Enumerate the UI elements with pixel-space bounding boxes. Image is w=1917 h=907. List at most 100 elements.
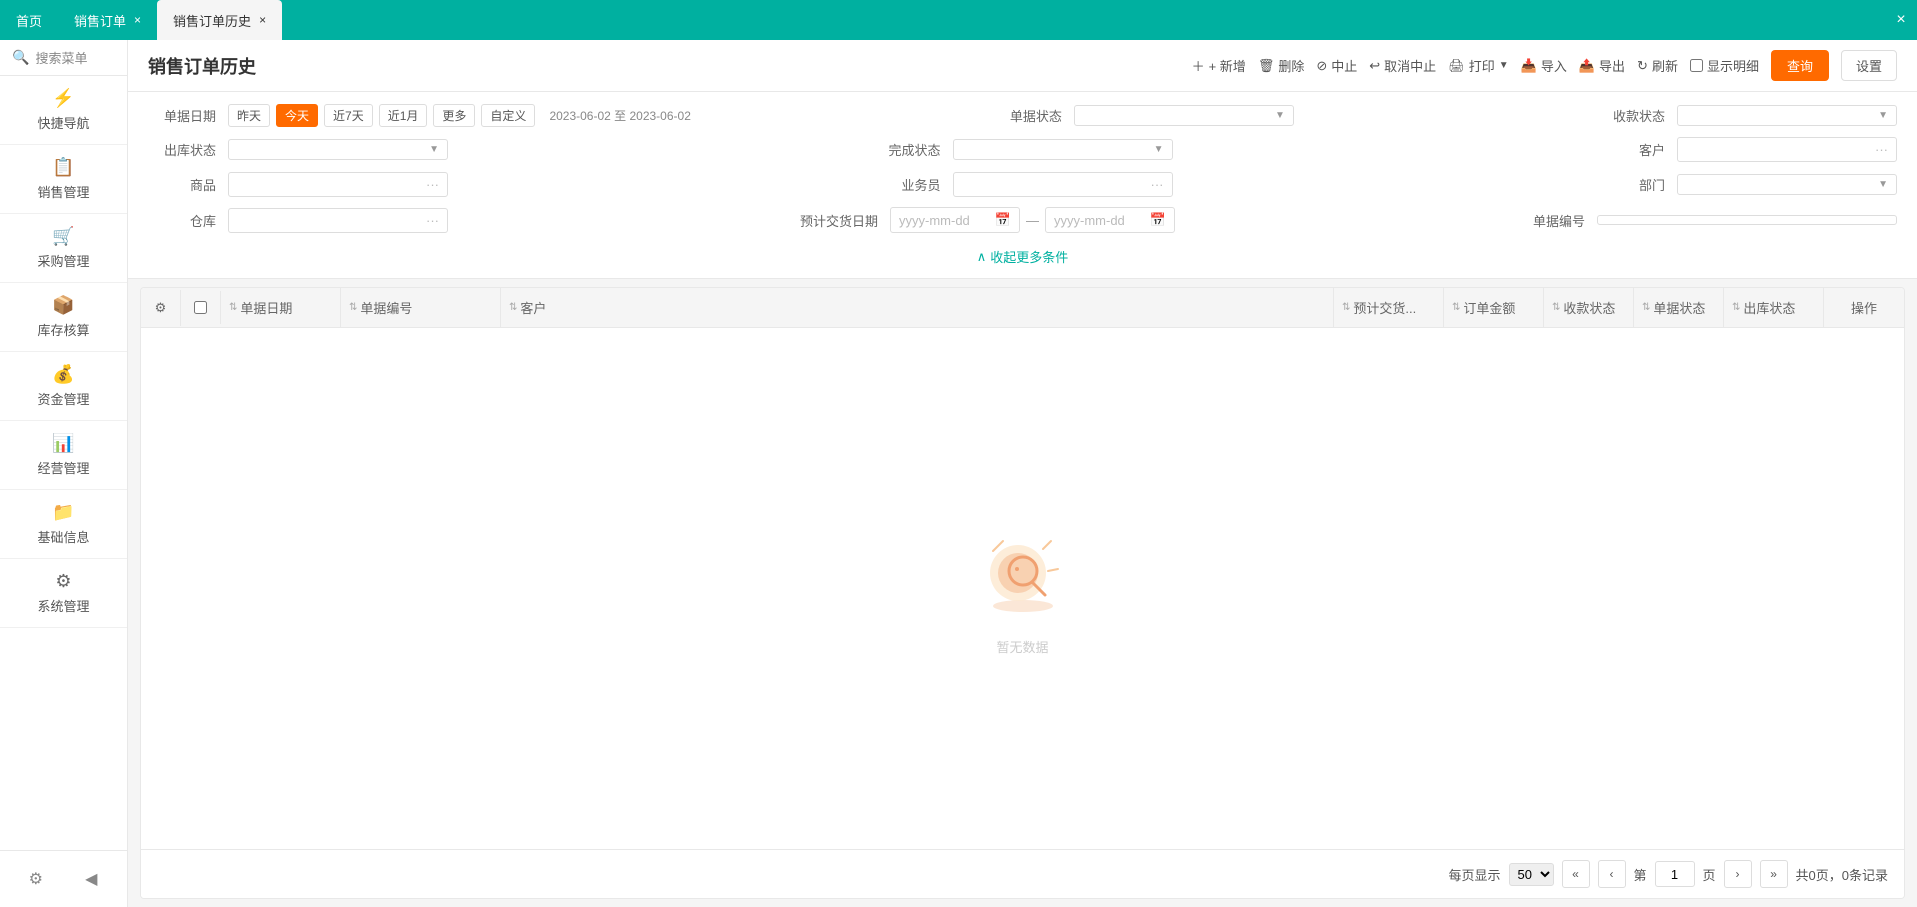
date-yesterday[interactable]: 昨天 <box>228 104 270 127</box>
payment-status-select[interactable]: ▼ <box>1677 105 1897 126</box>
sort-icon-num: ⇅ <box>349 302 357 313</box>
collapse-row[interactable]: ∧ 收起更多条件 <box>148 243 1897 266</box>
print-dropdown-icon: ▼ <box>1499 60 1509 71</box>
outbound-status-select[interactable]: ▼ <box>228 139 448 160</box>
date-separator: — <box>1026 213 1039 228</box>
th-settings[interactable]: ⚙ <box>141 290 181 326</box>
filter-row-1: 单据日期 昨天 今天 近7天 近1月 更多 自定义 2023-06-02 至 2… <box>148 104 1897 127</box>
calendar-start-icon: 📅 <box>995 212 1011 228</box>
sidebar-item-finance[interactable]: 💰 资金管理 <box>0 352 127 421</box>
sidebar-item-system[interactable]: ⚙ 系统管理 <box>0 559 127 628</box>
export-button[interactable]: 📤 导出 <box>1579 56 1625 75</box>
per-page-select[interactable]: 50 <box>1509 863 1554 886</box>
th-action-label: 操作 <box>1851 298 1877 317</box>
sidebar-item-operations-label: 经营管理 <box>37 458 89 477</box>
product-dots: ··· <box>426 177 439 192</box>
sidebar-item-basic-info[interactable]: 📁 基础信息 <box>0 490 127 559</box>
collapse-up-icon: ∧ <box>977 249 987 265</box>
doc-status-select[interactable]: ▼ <box>1074 105 1294 126</box>
sidebar-item-inventory[interactable]: 📦 库存核算 <box>0 283 127 352</box>
close-sales-order-tab[interactable]: × <box>134 13 141 27</box>
tab-sales-order-label: 销售订单 <box>74 11 126 30</box>
th-delivery-date[interactable]: ⇅ 预计交货... <box>1334 288 1444 327</box>
sort-icon-customer: ⇅ <box>509 302 517 313</box>
date-7days[interactable]: 近7天 <box>324 104 373 127</box>
date-custom[interactable]: 自定义 <box>481 104 535 127</box>
new-button[interactable]: ＋ + 新增 <box>1192 56 1246 75</box>
product-label: 商品 <box>148 175 228 194</box>
sidebar-search[interactable]: 🔍 搜索菜单 <box>0 40 127 76</box>
tab-home[interactable]: 首页 <box>0 0 58 40</box>
header-actions: ＋ + 新增 🗑 删除 ⊘ 中止 ↩ 取消中止 🖨 打印 <box>1192 50 1897 81</box>
sidebar-item-finance-label: 资金管理 <box>37 389 89 408</box>
close-sales-order-history-tab[interactable]: × <box>259 13 266 27</box>
main-layout: 🔍 搜索菜单 ⚡ 快捷导航 📋 销售管理 🛒 采购管理 📦 库存核算 💰 资金管… <box>0 40 1917 907</box>
th-doc-number[interactable]: ⇅ 单据编号 <box>341 288 501 327</box>
th-doc-status[interactable]: ⇅ 单据状态 <box>1634 288 1724 327</box>
cancel-stop-button[interactable]: ↩ 取消中止 <box>1369 56 1436 75</box>
th-doc-date[interactable]: ⇅ 单据日期 <box>221 288 341 327</box>
th-order-amount[interactable]: ⇅ 订单金额 <box>1444 288 1544 327</box>
delivery-date-end[interactable]: yyyy-mm-dd 📅 <box>1045 207 1175 233</box>
pagination: 每页显示 50 « ‹ 第 页 › » 共0页，0条记录 <box>141 849 1904 898</box>
last-page-button[interactable]: » <box>1760 860 1788 888</box>
customer-input[interactable]: ··· <box>1677 137 1897 162</box>
th-payment-status-label: 收款状态 <box>1563 298 1615 317</box>
sidebar-settings-button[interactable]: ⚙ <box>20 863 52 895</box>
sidebar-collapse-button[interactable]: ◀ <box>75 863 107 895</box>
complete-status-select[interactable]: ▼ <box>953 139 1173 160</box>
sidebar: 🔍 搜索菜单 ⚡ 快捷导航 📋 销售管理 🛒 采购管理 📦 库存核算 💰 资金管… <box>0 40 128 907</box>
next-page-button[interactable]: › <box>1724 860 1752 888</box>
calendar-end-icon: 📅 <box>1150 212 1166 228</box>
print-button[interactable]: 🖨 打印 ▼ <box>1448 56 1508 75</box>
delivery-date-end-text: yyyy-mm-dd <box>1054 213 1125 228</box>
export-icon: 📤 <box>1579 58 1595 74</box>
tab-sales-order[interactable]: 销售订单 × <box>58 0 157 40</box>
settings-button[interactable]: 设置 <box>1841 50 1897 81</box>
th-outbound-status[interactable]: ⇅ 出库状态 <box>1724 288 1824 327</box>
print-icon: 🖨 <box>1448 58 1465 74</box>
operations-icon: 📊 <box>52 433 74 454</box>
doc-number-input[interactable] <box>1597 215 1897 225</box>
show-detail-checkbox[interactable]: 显示明细 <box>1690 56 1759 75</box>
show-detail-input[interactable] <box>1690 59 1703 72</box>
search-icon: 🔍 <box>12 49 29 66</box>
select-all-checkbox[interactable] <box>194 301 207 314</box>
empty-illustration <box>973 521 1073 621</box>
prev-page-button[interactable]: ‹ <box>1598 860 1626 888</box>
page-input[interactable] <box>1655 861 1695 887</box>
th-delivery-date-label: 预计交货... <box>1353 298 1416 317</box>
window-close-button[interactable]: × <box>1885 4 1917 36</box>
sidebar-search-label: 搜索菜单 <box>35 48 87 67</box>
new-label: + 新增 <box>1209 56 1246 75</box>
refresh-button[interactable]: ↻ 刷新 <box>1637 56 1678 75</box>
filter-row-4: 仓库 ··· 预计交货日期 yyyy-mm-dd 📅 — yyyy-mm-dd … <box>148 207 1897 233</box>
sidebar-item-operations[interactable]: 📊 经营管理 <box>0 421 127 490</box>
date-more[interactable]: 更多 <box>433 104 475 127</box>
date-1month[interactable]: 近1月 <box>379 104 428 127</box>
first-page-button[interactable]: « <box>1562 860 1590 888</box>
delivery-date-start[interactable]: yyyy-mm-dd 📅 <box>890 207 1020 233</box>
tab-sales-order-history[interactable]: 销售订单历史 × <box>157 0 282 40</box>
delete-button[interactable]: 🗑 删除 <box>1258 56 1305 75</box>
sidebar-item-purchase-mgmt[interactable]: 🛒 采购管理 <box>0 214 127 283</box>
sort-icon: ⇅ <box>229 302 237 313</box>
import-button[interactable]: 📥 导入 <box>1521 56 1567 75</box>
filter-row-3: 商品 ··· 业务员 ··· 部门 ▼ <box>148 172 1897 197</box>
sidebar-item-sales-mgmt[interactable]: 📋 销售管理 <box>0 145 127 214</box>
customer-dots: ··· <box>1875 142 1888 157</box>
th-customer[interactable]: ⇅ 客户 <box>501 288 1334 327</box>
product-input[interactable]: ··· <box>228 172 448 197</box>
th-payment-status[interactable]: ⇅ 收款状态 <box>1544 288 1634 327</box>
salesperson-input[interactable]: ··· <box>953 172 1173 197</box>
settings-icon: ⚙ <box>155 300 167 316</box>
sidebar-item-quick-nav[interactable]: ⚡ 快捷导航 <box>0 76 127 145</box>
sort-icon-delivery: ⇅ <box>1342 302 1350 313</box>
th-doc-status-label: 单据状态 <box>1653 298 1705 317</box>
date-today[interactable]: 今天 <box>276 104 318 127</box>
th-checkbox[interactable] <box>181 291 221 324</box>
warehouse-input[interactable]: ··· <box>228 208 448 233</box>
department-select[interactable]: ▼ <box>1677 174 1897 195</box>
stop-button[interactable]: ⊘ 中止 <box>1316 56 1357 75</box>
query-button[interactable]: 查询 <box>1771 50 1829 81</box>
